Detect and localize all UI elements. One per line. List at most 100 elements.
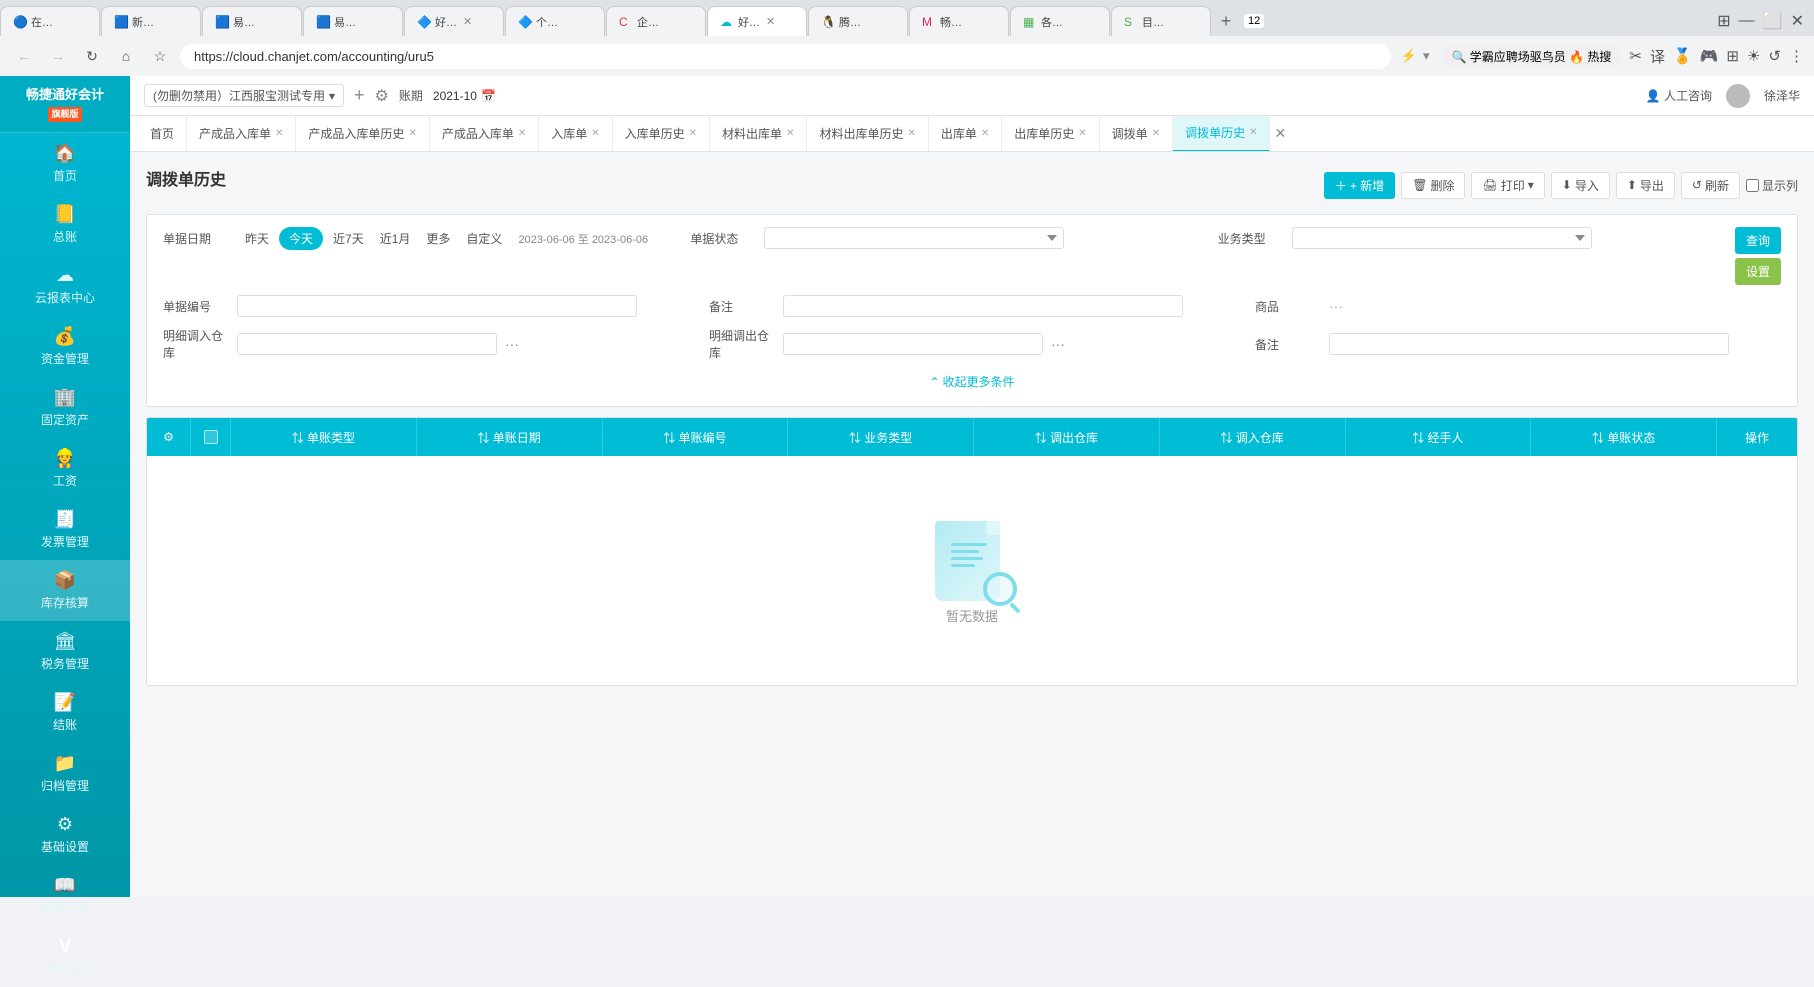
tab-finished-goods-in[interactable]: 产成品入库单 ✕: [187, 116, 296, 152]
sidebar-item-invoice[interactable]: 🧾 发票管理: [0, 499, 130, 560]
sidebar-item-guide[interactable]: 📖 新手引导: [0, 865, 130, 926]
sidebar-item-fund[interactable]: 💰 资金管理: [0, 316, 130, 377]
sidebar-item-tax[interactable]: 🏛 税务管理: [0, 621, 130, 682]
print-button[interactable]: 🖨 打印 ▾: [1471, 172, 1544, 199]
tab-transfer-history[interactable]: 调拨单历史 ✕: [1173, 116, 1270, 152]
tab-material-out-history-close[interactable]: ✕: [907, 128, 915, 139]
settings-button[interactable]: 设置: [1735, 258, 1781, 285]
export-button[interactable]: ⬆ 导出: [1616, 172, 1675, 199]
settings-gear-icon[interactable]: ⚙: [375, 86, 389, 106]
browser-tab-7[interactable]: C 企…: [606, 6, 706, 36]
remark-input[interactable]: [783, 295, 1183, 317]
search-bar[interactable]: 🔍 学霸应聘场驱鸟员 🔥 热搜: [1442, 45, 1622, 68]
tab-in-order-close[interactable]: ✕: [591, 128, 599, 139]
star-button[interactable]: ☆: [146, 42, 174, 70]
browser-tab-10[interactable]: M 畅…: [909, 6, 1009, 36]
th-doc-no[interactable]: ⇅ 单账编号: [603, 418, 789, 456]
collapse-filter-button[interactable]: ⌃ 收起更多条件: [163, 369, 1781, 394]
th-check[interactable]: [191, 418, 231, 456]
th-out-warehouse[interactable]: ⇅ 调出仓库: [974, 418, 1160, 456]
th-doc-date[interactable]: ⇅ 单账日期: [417, 418, 603, 456]
new-button[interactable]: ＋ + 新增: [1324, 172, 1395, 199]
sidebar-item-settings[interactable]: ⚙ 基础设置: [0, 804, 130, 865]
tab-in-history-close[interactable]: ✕: [689, 128, 697, 139]
sidebar-item-archive[interactable]: 📁 归档管理: [0, 743, 130, 804]
th-doc-status[interactable]: ⇅ 单账状态: [1531, 418, 1717, 456]
dropdown-icon[interactable]: ▾: [1423, 48, 1430, 64]
show-cols-checkbox[interactable]: [1746, 179, 1759, 192]
show-cols-toggle[interactable]: 显示列: [1746, 177, 1798, 194]
import-button[interactable]: ⬇ 导入: [1551, 172, 1610, 199]
menu-icon[interactable]: ⋮: [1789, 47, 1804, 65]
browser-tab-8[interactable]: ☁ 好… ✕: [707, 6, 807, 36]
sidebar-item-ledger[interactable]: 📒 总账: [0, 194, 130, 255]
tab-transfer-close[interactable]: ✕: [1152, 128, 1160, 139]
tab-count[interactable]: 12: [1244, 14, 1264, 28]
tab-material-out-close[interactable]: ✕: [786, 128, 794, 139]
tab-in-order[interactable]: 入库单 ✕: [539, 116, 612, 152]
browser-tab-6[interactable]: 🔷 个…: [505, 6, 605, 36]
close-all-tabs-button[interactable]: ✕: [1274, 125, 1286, 142]
th-biz-type[interactable]: ⇅ 业务类型: [788, 418, 974, 456]
tab-out-order[interactable]: 出库单 ✕: [929, 116, 1002, 152]
last7-btn[interactable]: 近7天: [327, 227, 370, 250]
detail-in-input[interactable]: [237, 333, 497, 355]
query-button[interactable]: 查询: [1735, 227, 1781, 254]
sidebar-item-close-accounts[interactable]: 📝 结账: [0, 682, 130, 743]
refresh-browser-button[interactable]: ↻: [78, 42, 106, 70]
detail-in-dots[interactable]: ···: [505, 336, 519, 352]
user-avatar[interactable]: [1726, 84, 1750, 108]
th-in-warehouse[interactable]: ⇅ 调入仓库: [1160, 418, 1346, 456]
company-selector[interactable]: (勿删勿禁用）江西服宝测试专用 ▾: [144, 84, 344, 107]
add-company-button[interactable]: +: [354, 85, 365, 106]
close-window-icon[interactable]: ✕: [1791, 11, 1804, 31]
tab-out-history[interactable]: 出库单历史 ✕: [1002, 116, 1099, 152]
browser-tab-1[interactable]: 🔵 在…: [0, 6, 100, 36]
browser-tab-12[interactable]: S 目…: [1111, 6, 1211, 36]
browser-tab-11[interactable]: ▦ 各…: [1010, 6, 1110, 36]
th-doc-type[interactable]: ⇅ 单账类型: [231, 418, 417, 456]
sidebar-item-inventory[interactable]: 📦 库存核算: [0, 560, 130, 621]
minimize-icon[interactable]: —: [1739, 12, 1755, 30]
sidebar-item-cloud-report[interactable]: ☁ 云报表中心: [0, 255, 130, 316]
tab-material-out[interactable]: 材料出库单 ✕: [710, 116, 807, 152]
refresh-button[interactable]: ↺ 刷新: [1681, 172, 1740, 199]
today-btn[interactable]: 今天: [279, 227, 323, 250]
browser-tab-5[interactable]: 🔷 好… ✕: [404, 6, 504, 36]
tab-finished-goods-in-history[interactable]: 产成品入库单历史 ✕: [296, 116, 429, 152]
goods-dots[interactable]: ···: [1329, 298, 1343, 314]
sidebar-item-payroll[interactable]: 👷 工资: [0, 438, 130, 499]
tab-transfer[interactable]: 调拨单 ✕: [1100, 116, 1173, 152]
back-button[interactable]: ←: [10, 42, 38, 70]
tab-home[interactable]: 首页: [138, 116, 187, 152]
browser-tab-4[interactable]: 🟦 易…: [303, 6, 403, 36]
tab-finished-goods-in-close[interactable]: ✕: [275, 128, 283, 139]
browser-tab-2[interactable]: 🟦 新…: [101, 6, 201, 36]
select-all-checkbox[interactable]: [204, 430, 218, 444]
custom-date-btn[interactable]: 自定义: [460, 227, 508, 250]
tab-transfer-history-close[interactable]: ✕: [1249, 127, 1257, 138]
browser-tab-close-8[interactable]: ✕: [766, 15, 775, 28]
more-date-btn[interactable]: 更多: [420, 227, 456, 250]
tab-finished-goods-in2-close[interactable]: ✕: [518, 128, 526, 139]
help-button[interactable]: 👤 人工咨询: [1646, 87, 1712, 104]
status-filter-select[interactable]: [764, 227, 1064, 249]
tab-in-history[interactable]: 入库单历史 ✕: [613, 116, 710, 152]
period-selector[interactable]: 2021-10 📅: [433, 89, 496, 103]
last-month-btn[interactable]: 近1月: [374, 227, 417, 250]
tab-material-out-history[interactable]: 材料出库单历史 ✕: [807, 116, 928, 152]
forward-button[interactable]: →: [44, 42, 72, 70]
th-settings[interactable]: ⚙: [147, 418, 191, 456]
detail-remark-input[interactable]: [1329, 333, 1729, 355]
browser-tab-9[interactable]: 🐧 腾…: [808, 6, 908, 36]
tab-out-history-close[interactable]: ✕: [1078, 128, 1086, 139]
tab-finished-goods-in2[interactable]: 产成品入库单 ✕: [430, 116, 539, 152]
th-handler[interactable]: ⇅ 经手人: [1346, 418, 1532, 456]
detail-out-dots[interactable]: ···: [1051, 336, 1065, 352]
detail-out-input[interactable]: [783, 333, 1043, 355]
yesterday-btn[interactable]: 昨天: [239, 227, 275, 250]
biz-type-filter-select[interactable]: [1292, 227, 1592, 249]
tab-ctrl-icon-1[interactable]: ⊞: [1717, 11, 1730, 31]
sidebar-item-fixed-assets[interactable]: 🏢 固定资产: [0, 377, 130, 438]
new-tab-button[interactable]: +: [1212, 7, 1240, 35]
